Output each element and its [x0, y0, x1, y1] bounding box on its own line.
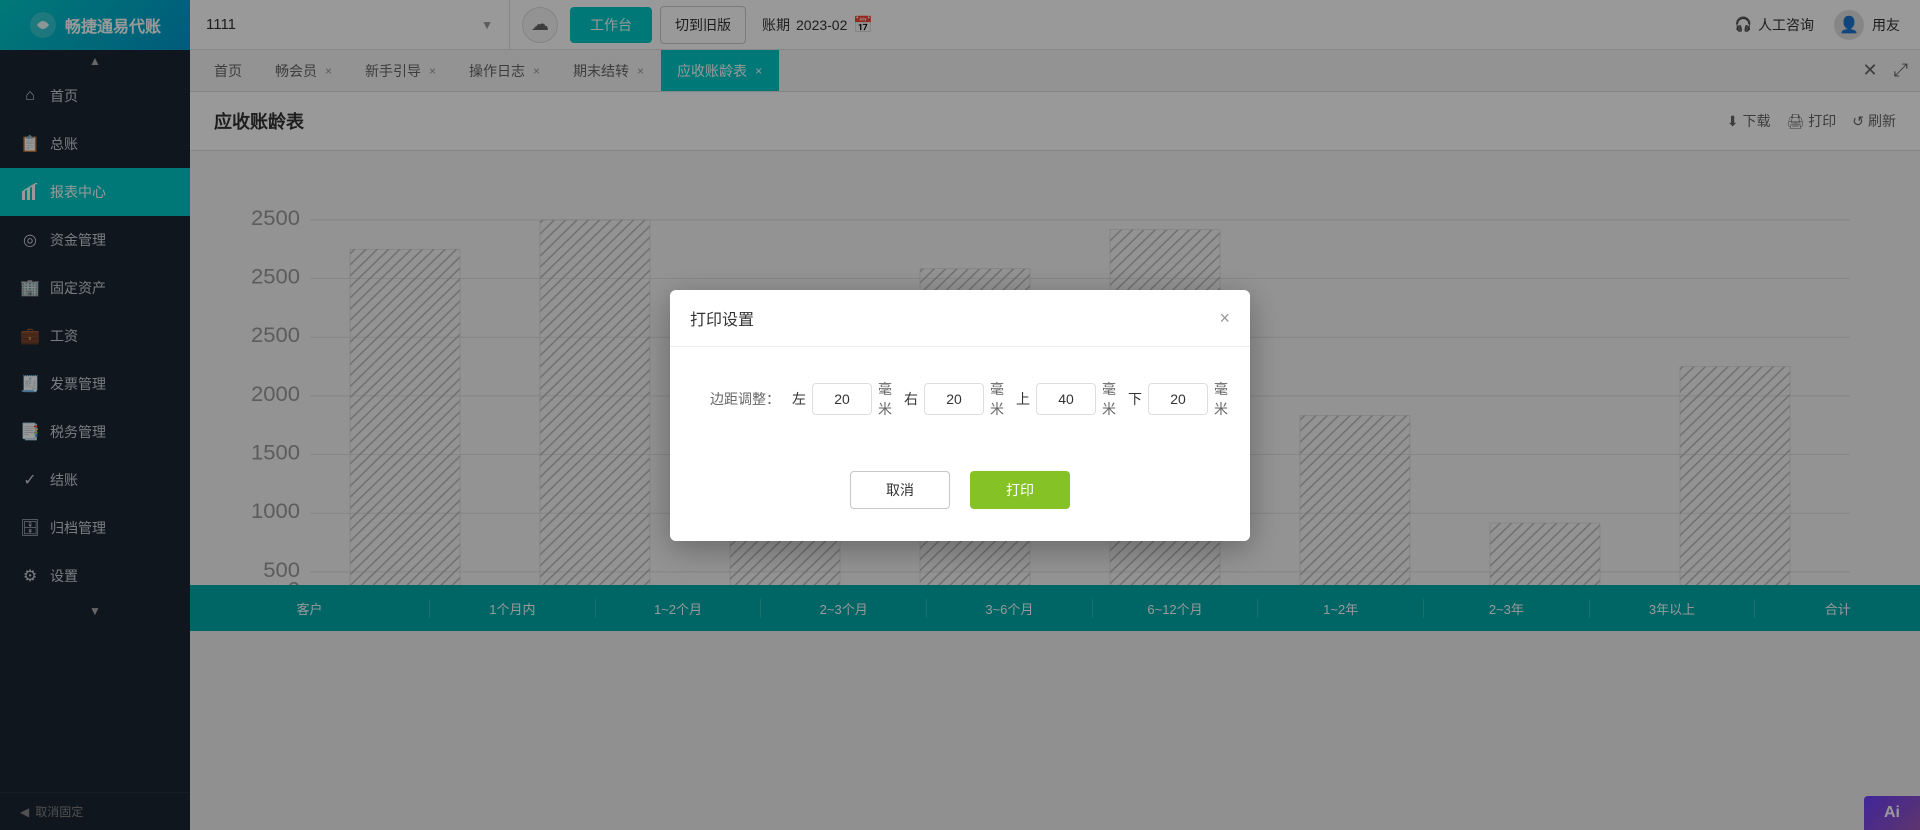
left-unit: 毫米	[878, 379, 892, 419]
dialog-footer: 取消 打印	[670, 471, 1250, 541]
bottom-label: 下	[1128, 389, 1142, 409]
bottom-margin-input[interactable]	[1148, 383, 1208, 415]
left-margin-group: 左 毫米	[792, 379, 892, 419]
top-margin-input[interactable]	[1036, 383, 1096, 415]
right-unit: 毫米	[990, 379, 1004, 419]
right-label: 右	[904, 389, 918, 409]
right-margin-group: 右 毫米	[904, 379, 1004, 419]
dialog-body: 边距调整： 左 毫米 右 毫米 上 毫米 下	[670, 347, 1250, 471]
margin-row: 边距调整： 左 毫米 右 毫米 上 毫米 下	[710, 379, 1210, 419]
dialog-title: 打印设置	[690, 306, 754, 330]
dialog-overlay[interactable]: 打印设置 × 边距调整： 左 毫米 右 毫米 上 毫米	[0, 0, 1920, 830]
bottom-unit: 毫米	[1214, 379, 1228, 419]
print-settings-dialog: 打印设置 × 边距调整： 左 毫米 右 毫米 上 毫米	[670, 290, 1250, 541]
right-margin-input[interactable]	[924, 383, 984, 415]
dialog-header: 打印设置 ×	[670, 290, 1250, 347]
left-label: 左	[792, 389, 806, 409]
dialog-close-button[interactable]: ×	[1219, 309, 1230, 327]
top-margin-group: 上 毫米	[1016, 379, 1116, 419]
cancel-button[interactable]: 取消	[850, 471, 950, 509]
top-unit: 毫米	[1102, 379, 1116, 419]
print-confirm-button[interactable]: 打印	[970, 471, 1070, 509]
left-margin-input[interactable]	[812, 383, 872, 415]
margin-label: 边距调整：	[710, 389, 780, 409]
bottom-margin-group: 下 毫米	[1128, 379, 1228, 419]
top-label: 上	[1016, 389, 1030, 409]
